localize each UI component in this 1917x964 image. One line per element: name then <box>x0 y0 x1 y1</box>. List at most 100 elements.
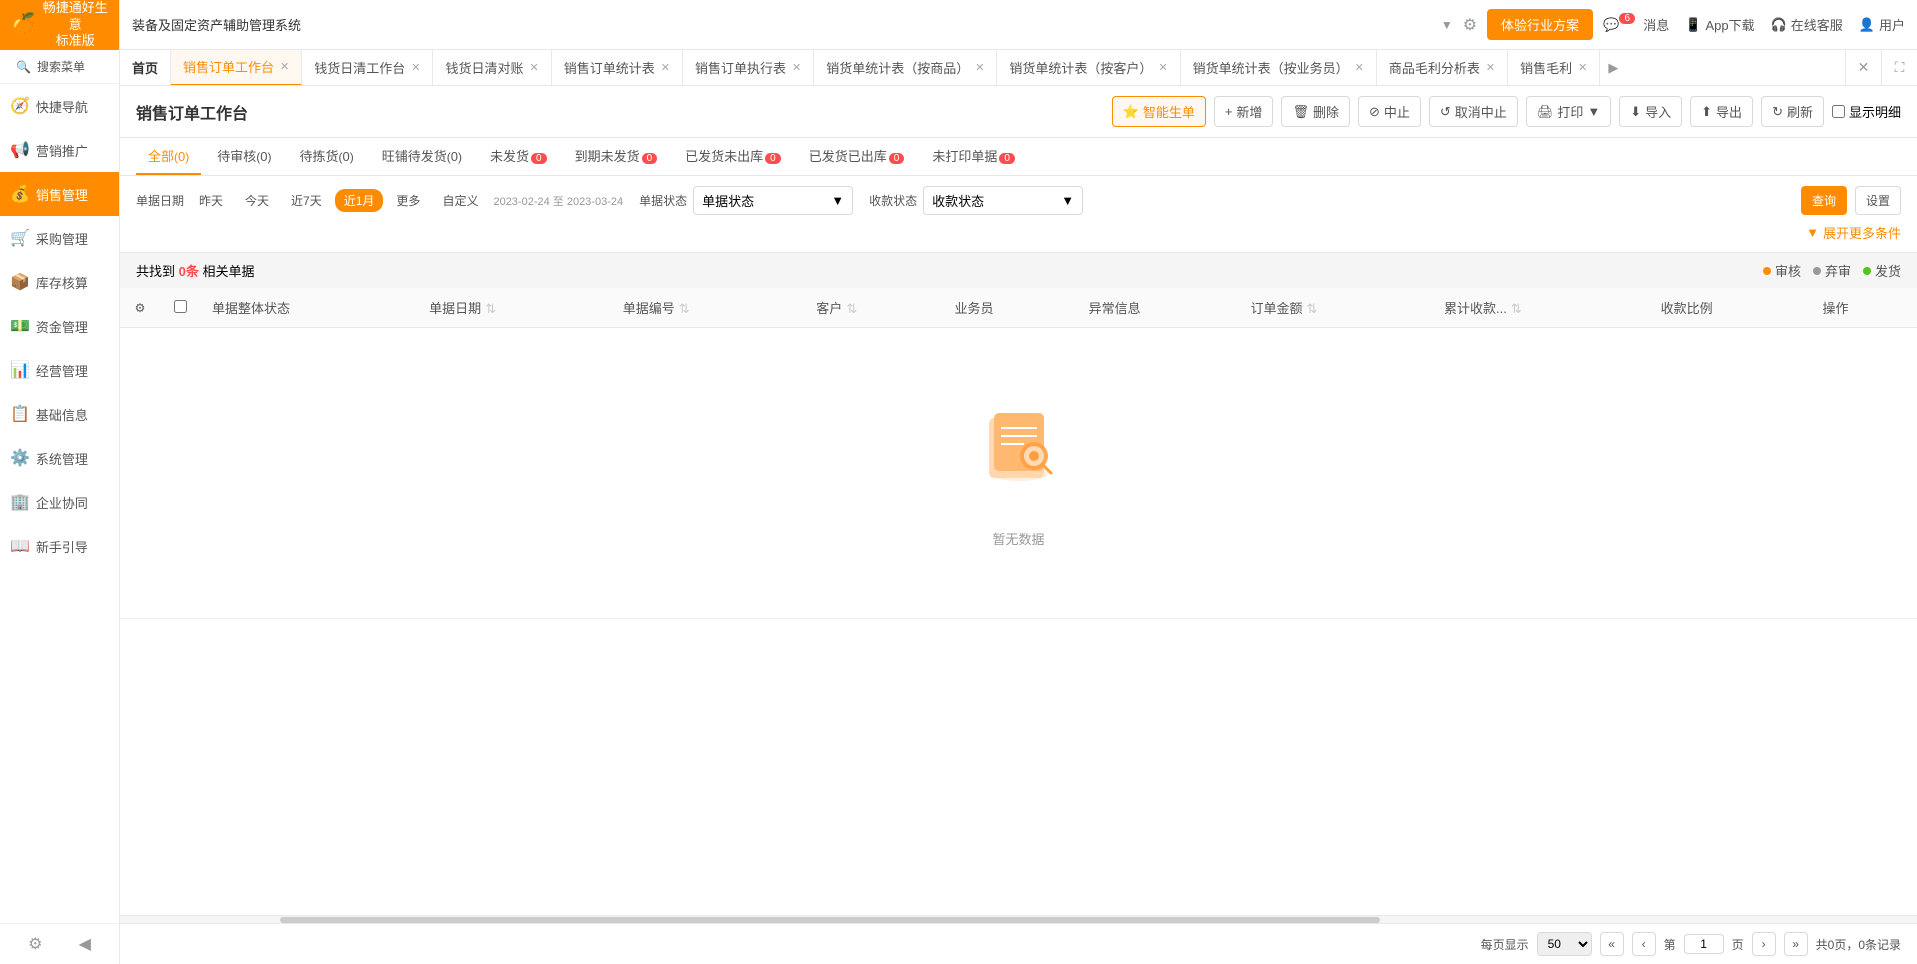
tab-goods-profit[interactable]: 商品毛利分析表 ✕ <box>1377 50 1508 86</box>
tab-close-sales-exec[interactable]: ✕ <box>792 61 801 74</box>
sidebar-item-sales[interactable]: 💰 销售管理 <box>0 172 119 216</box>
tab-close-sales-stats-staff[interactable]: ✕ <box>1355 61 1364 74</box>
header-gear-icon[interactable]: ⚙ <box>1463 15 1477 35</box>
th-customer[interactable]: 客户⇅ <box>804 288 942 328</box>
export-button[interactable]: ⬆ 导出 <box>1690 96 1753 127</box>
expand-conditions-button[interactable]: ▼ 展开更多条件 <box>1806 223 1901 242</box>
page-number-input[interactable] <box>1684 934 1724 954</box>
payment-select[interactable]: 收款状态 ▼ <box>923 186 1083 215</box>
filter-tab-shipped-not-stored[interactable]: 已发货未出库0 <box>673 138 793 175</box>
sidebar-item-enterprise[interactable]: 🏢 企业协同 <box>0 480 119 524</box>
app-download-item[interactable]: 📱 App下载 <box>1685 15 1754 34</box>
sidebar-item-purchase[interactable]: 🛒 采购管理 <box>0 216 119 260</box>
filter-tab-not-shipped[interactable]: 未发货0 <box>478 138 559 175</box>
experience-button[interactable]: 体验行业方案 <box>1487 9 1593 40</box>
status-select[interactable]: 单据状态 ▼ <box>693 186 853 215</box>
sidebar-item-quick-nav[interactable]: 🧭 快捷导航 <box>0 84 119 128</box>
tab-close-cash-daily[interactable]: ✕ <box>411 61 420 74</box>
review-action-btn[interactable]: 审核 <box>1763 261 1801 280</box>
tab-close-sales-workbench[interactable]: ✕ <box>280 60 289 73</box>
delete-button[interactable]: 🗑 删除 <box>1281 96 1350 127</box>
filter-tab-not-printed[interactable]: 未打印单据0 <box>920 138 1027 175</box>
date-filter-buttons: 昨天 今天 近7天 近1月 更多 自定义 <box>190 189 487 212</box>
refresh-button[interactable]: ↻ 刷新 <box>1761 96 1824 127</box>
filter-tab-all[interactable]: 全部(0) <box>136 138 201 175</box>
date-btn-custom[interactable]: 自定义 <box>433 189 487 212</box>
payment-dropdown-icon: ▼ <box>1061 193 1074 208</box>
ship-action-btn[interactable]: 发货 <box>1863 261 1901 280</box>
th-staff[interactable]: 业务员 <box>943 288 1077 328</box>
sidebar-item-inventory[interactable]: 📦 库存核算 <box>0 260 119 304</box>
search-settings-button[interactable]: 设置 <box>1855 186 1901 215</box>
import-button[interactable]: ⬇ 导入 <box>1619 96 1682 127</box>
add-button[interactable]: + 新增 <box>1214 96 1274 127</box>
tab-close-cash-reconcile[interactable]: ✕ <box>530 61 539 74</box>
th-amount[interactable]: 订单金额⇅ <box>1238 288 1432 328</box>
smart-generate-button[interactable]: ⭐ 智能生单 <box>1112 96 1206 127</box>
first-page-btn[interactable]: « <box>1600 932 1624 956</box>
search-menu-item[interactable]: 🔍 搜索菜单 <box>0 50 119 84</box>
settings-bottom-icon[interactable]: ⚙ <box>28 934 42 954</box>
tab-sales-profit[interactable]: 销售毛利 ✕ <box>1508 50 1600 86</box>
message-icon-item[interactable]: 💬 6 消息 <box>1603 15 1669 34</box>
tab-cash-reconcile[interactable]: 钱货日清对账 ✕ <box>433 50 551 86</box>
date-btn-yesterday[interactable]: 昨天 <box>190 189 232 212</box>
filter-tab-pending-pickup[interactable]: 待拣货(0) <box>288 138 366 175</box>
horizontal-scrollbar[interactable] <box>120 915 1917 923</box>
plus-icon: + <box>1225 104 1233 119</box>
query-button[interactable]: 查询 <box>1801 186 1847 215</box>
cancel-review-action-btn[interactable]: 弃审 <box>1813 261 1851 280</box>
user-avatar-item[interactable]: 👤 用户 <box>1859 15 1905 34</box>
th-date[interactable]: 单据日期⇅ <box>417 288 611 328</box>
date-btn-7days[interactable]: 近7天 <box>282 189 331 212</box>
filter-tab-pending-review[interactable]: 待审核(0) <box>205 138 283 175</box>
tab-close-goods-profit[interactable]: ✕ <box>1486 61 1495 74</box>
sidebar-item-marketing[interactable]: 📢 营销推广 <box>0 128 119 172</box>
th-checkbox[interactable] <box>160 288 200 328</box>
collapse-icon[interactable]: ◀ <box>79 934 91 954</box>
th-abnormal: 异常信息 <box>1077 288 1239 328</box>
print-button[interactable]: 🖨 打印 ▼ <box>1526 96 1611 127</box>
tab-close-sales-stats[interactable]: ✕ <box>661 61 670 74</box>
tab-home[interactable]: 首页 <box>120 50 171 86</box>
select-all-checkbox[interactable] <box>174 300 187 313</box>
th-number[interactable]: 单据编号⇅ <box>611 288 805 328</box>
filter-tab-expired-not-shipped[interactable]: 到期未发货0 <box>563 138 670 175</box>
tab-sales-stats-staff[interactable]: 销货单统计表（按业务员） ✕ <box>1181 50 1377 86</box>
tab-close-sales-stats-customer[interactable]: ✕ <box>1158 61 1167 74</box>
scroll-thumb[interactable] <box>280 917 1380 923</box>
tab-close-sales-profit[interactable]: ✕ <box>1578 61 1587 74</box>
tab-sales-stats-product[interactable]: 销货单统计表（按商品） ✕ <box>814 50 997 86</box>
tab-close-all-btn[interactable]: ✕ <box>1845 50 1881 86</box>
tab-sales-exec[interactable]: 销售订单执行表 ✕ <box>683 50 814 86</box>
tab-more-btn[interactable]: ▶ <box>1600 60 1626 76</box>
date-btn-more[interactable]: 更多 <box>387 189 429 212</box>
last-page-btn[interactable]: » <box>1784 932 1808 956</box>
tab-close-sales-stats-product[interactable]: ✕ <box>975 61 984 74</box>
tab-fullscreen-btn[interactable]: ⛶ <box>1881 50 1917 86</box>
stop-button[interactable]: ⊘ 中止 <box>1358 96 1421 127</box>
sidebar-item-system[interactable]: ⚙️ 系统管理 <box>0 436 119 480</box>
detail-checkbox-input[interactable] <box>1832 105 1845 118</box>
date-btn-1month[interactable]: 近1月 <box>335 189 384 212</box>
tab-sales-stats[interactable]: 销售订单统计表 ✕ <box>552 50 683 86</box>
tab-cash-daily[interactable]: 钱货日清工作台 ✕ <box>302 50 433 86</box>
th-settings[interactable]: ⚙ <box>120 288 160 328</box>
date-btn-today[interactable]: 今天 <box>236 189 278 212</box>
sidebar-item-guide[interactable]: 📖 新手引导 <box>0 524 119 568</box>
filter-tab-wangpu[interactable]: 旺铺待发货(0) <box>370 138 474 175</box>
tab-sales-workbench[interactable]: 销售订单工作台 ✕ <box>171 50 302 86</box>
show-detail-checkbox[interactable]: 显示明细 <box>1832 102 1901 121</box>
tab-sales-stats-customer[interactable]: 销货单统计表（按客户） ✕ <box>997 50 1180 86</box>
system-dropdown-icon[interactable]: ▼ <box>1441 18 1453 32</box>
online-service-item[interactable]: 🎧 在线客服 <box>1771 15 1843 34</box>
sidebar-item-basic[interactable]: 📋 基础信息 <box>0 392 119 436</box>
next-page-btn[interactable]: › <box>1752 932 1776 956</box>
sidebar-item-finance[interactable]: 💵 资金管理 <box>0 304 119 348</box>
filter-tab-shipped-stored[interactable]: 已发货已出库0 <box>797 138 917 175</box>
th-collected[interactable]: 累计收款...⇅ <box>1432 288 1649 328</box>
per-page-select[interactable]: 50 10 20 100 <box>1537 932 1592 956</box>
prev-page-btn[interactable]: ‹ <box>1632 932 1656 956</box>
sidebar-item-operations[interactable]: 📊 经营管理 <box>0 348 119 392</box>
cancel-stop-button[interactable]: ↺ 取消中止 <box>1429 96 1518 127</box>
